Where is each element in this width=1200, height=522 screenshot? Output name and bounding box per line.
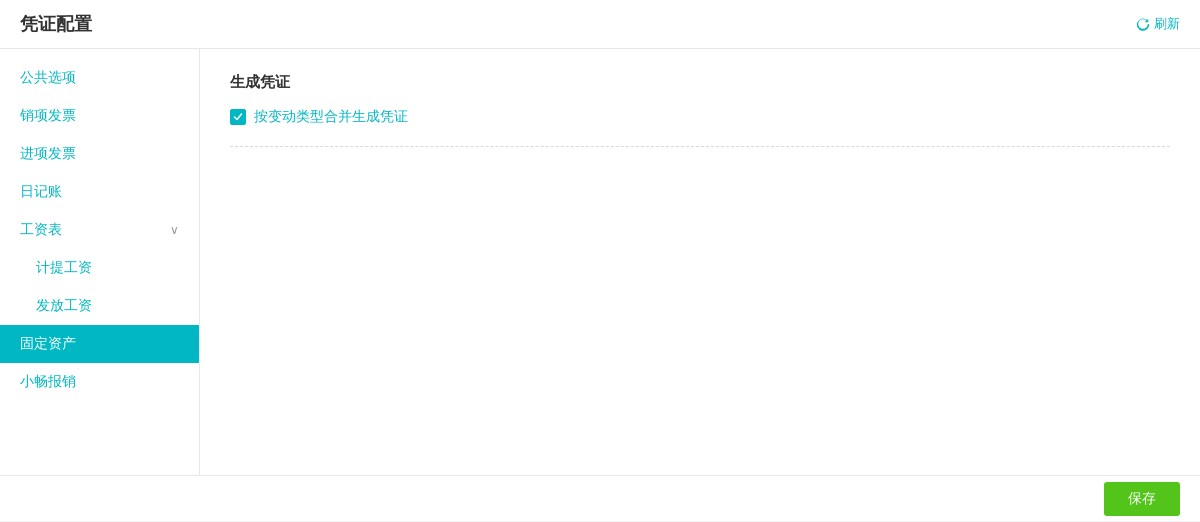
refresh-label: 刷新 xyxy=(1154,15,1180,33)
sidebar-item-label: 计提工资 xyxy=(36,259,92,277)
page-title: 凭证配置 xyxy=(20,12,92,36)
sidebar-item-payroll-accrual[interactable]: 计提工资 xyxy=(0,249,199,287)
sidebar-item-label: 公共选项 xyxy=(20,69,76,87)
sidebar: 公共选项 销项发票 进项发票 日记账 工资表 ∨ 计提工资 发放工资 固定资产 … xyxy=(0,49,200,475)
chevron-down-icon: ∨ xyxy=(170,223,179,237)
section-divider xyxy=(230,146,1170,147)
section-title: 生成凭证 xyxy=(230,73,1170,92)
checkbox-row[interactable]: 按变动类型合并生成凭证 xyxy=(230,108,1170,126)
footer-bar: 保存 xyxy=(0,475,1200,521)
sidebar-item-sales-invoice[interactable]: 销项发票 xyxy=(0,97,199,135)
sidebar-item-label: 日记账 xyxy=(20,183,62,201)
sidebar-item-journal[interactable]: 日记账 xyxy=(0,173,199,211)
merge-checkbox[interactable] xyxy=(230,109,246,125)
sidebar-item-label: 销项发票 xyxy=(20,107,76,125)
sidebar-item-label: 固定资产 xyxy=(20,335,76,353)
sidebar-item-label: 工资表 xyxy=(20,221,62,239)
main-layout: 公共选项 销项发票 进项发票 日记账 工资表 ∨ 计提工资 发放工资 固定资产 … xyxy=(0,49,1200,475)
refresh-icon xyxy=(1136,17,1150,31)
page-header: 凭证配置 刷新 xyxy=(0,0,1200,49)
save-button[interactable]: 保存 xyxy=(1104,482,1180,516)
sidebar-item-payroll-release[interactable]: 发放工资 xyxy=(0,287,199,325)
sidebar-item-label: 发放工资 xyxy=(36,297,92,315)
sidebar-item-label: 进项发票 xyxy=(20,145,76,163)
sidebar-item-public-options[interactable]: 公共选项 xyxy=(0,59,199,97)
sidebar-item-label: 小畅报销 xyxy=(20,373,76,391)
merge-checkbox-label: 按变动类型合并生成凭证 xyxy=(254,108,408,126)
content-area: 生成凭证 按变动类型合并生成凭证 xyxy=(200,49,1200,475)
sidebar-item-fixed-assets[interactable]: 固定资产 xyxy=(0,325,199,363)
sidebar-item-expense[interactable]: 小畅报销 xyxy=(0,363,199,401)
refresh-button[interactable]: 刷新 xyxy=(1136,15,1180,33)
sidebar-item-purchase-invoice[interactable]: 进项发票 xyxy=(0,135,199,173)
sidebar-item-payroll[interactable]: 工资表 ∨ xyxy=(0,211,199,249)
